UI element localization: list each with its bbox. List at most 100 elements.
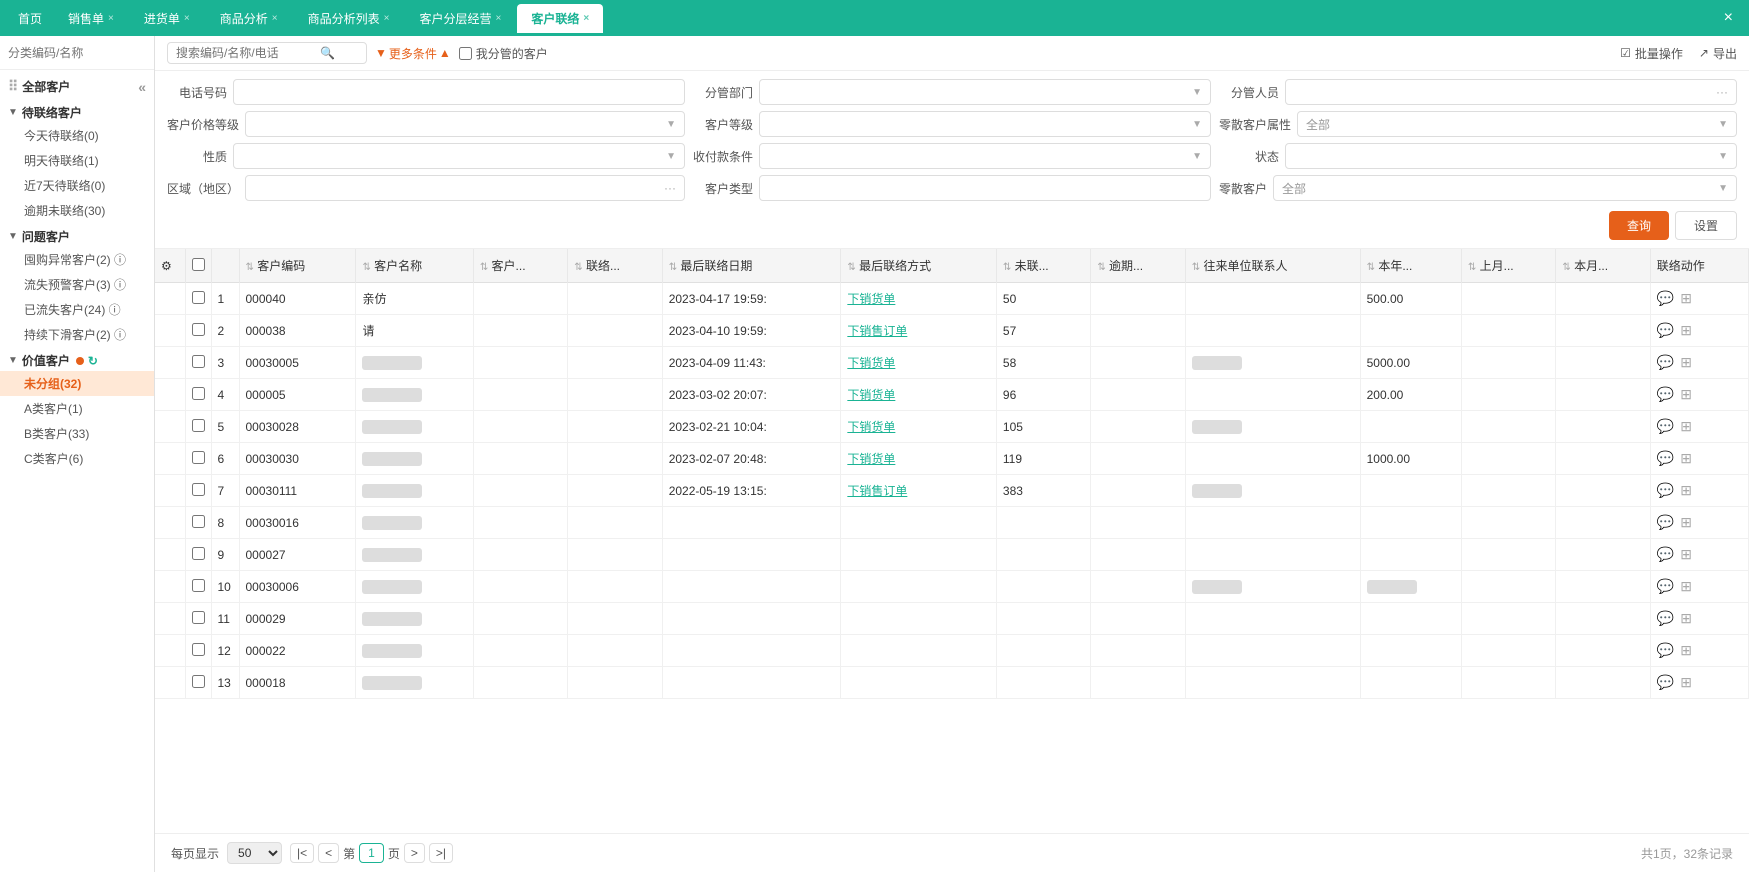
nature-select[interactable]: ▼ (233, 143, 685, 169)
sidebar-group-value[interactable]: ▼ 价值客户 ↻ (0, 347, 154, 371)
grid-icon[interactable]: ⊞ (1680, 578, 1692, 595)
payment-select[interactable]: ▼ (759, 143, 1211, 169)
message-icon[interactable]: 💬 (1657, 578, 1674, 595)
sidebar-item-churn-warning[interactable]: 流失预警客户(3) ⓘ (0, 272, 154, 297)
next-page-btn[interactable]: > (404, 843, 425, 863)
grid-icon[interactable]: ⊞ (1680, 450, 1692, 467)
grid-icon[interactable]: ⊞ (1680, 322, 1692, 339)
contact-way-link[interactable]: 下销售订单 (847, 484, 907, 498)
sidebar-group-pending[interactable]: ▼ 待联络客户 (0, 99, 154, 123)
grid-icon[interactable]: ⊞ (1680, 482, 1692, 499)
message-icon[interactable]: 💬 (1657, 418, 1674, 435)
message-icon[interactable]: 💬 (1657, 386, 1674, 403)
th-this-month[interactable]: ⇅ 本月... (1556, 249, 1650, 283)
query-button[interactable]: 查询 (1609, 211, 1669, 240)
grid-icon[interactable]: ⊞ (1680, 642, 1692, 659)
message-icon[interactable]: 💬 (1657, 322, 1674, 339)
sidebar-item-7days[interactable]: 近7天待联络(0) (0, 173, 154, 198)
contact-way-link[interactable]: 下销货单 (847, 356, 895, 370)
my-customers-checkbox[interactable]: 我分管的客户 (459, 45, 548, 62)
message-icon[interactable]: 💬 (1657, 482, 1674, 499)
th-overdue[interactable]: ⇅ 逾期... (1091, 249, 1185, 283)
row-checkbox[interactable] (192, 419, 205, 432)
region-input[interactable]: ··· (245, 175, 685, 201)
nav-tab-analysis-list[interactable]: 商品分析列表 × (294, 4, 404, 33)
price-level-select[interactable]: ▼ (245, 111, 685, 137)
export-btn[interactable]: ↗ 导出 (1699, 45, 1737, 62)
batch-ops-btn[interactable]: ☑ 批量操作 (1620, 45, 1683, 62)
nav-home[interactable]: 首页 (8, 4, 52, 33)
row-checkbox[interactable] (192, 323, 205, 336)
sidebar-group-problem[interactable]: ▼ 问题客户 (0, 223, 154, 247)
first-page-btn[interactable]: |< (290, 843, 314, 863)
more-conditions-btn[interactable]: ▼ 更多条件 ▲ (375, 45, 451, 62)
grid-icon[interactable]: ⊞ (1680, 418, 1692, 435)
th-type[interactable]: ⇅ 客户... (473, 249, 567, 283)
nav-tab-analysis[interactable]: 商品分析 × (206, 4, 292, 33)
sidebar-item-classA[interactable]: A类客户(1) (0, 396, 154, 421)
row-checkbox[interactable] (192, 643, 205, 656)
grid-icon[interactable]: ⊞ (1680, 290, 1692, 307)
row-checkbox[interactable] (192, 387, 205, 400)
phone-input[interactable] (233, 79, 685, 105)
message-icon[interactable]: 💬 (1657, 514, 1674, 531)
contact-way-link[interactable]: 下销货单 (847, 452, 895, 466)
close-icon[interactable]: × (108, 13, 114, 24)
scatter-select[interactable]: 全部 ▼ (1273, 175, 1737, 201)
sidebar-item-classC[interactable]: C类客户(6) (0, 446, 154, 471)
filter-search-box[interactable]: 🔍 (167, 42, 367, 64)
scatter-attr-select[interactable]: 全部 ▼ (1297, 111, 1737, 137)
th-settings[interactable]: ⚙ (155, 249, 185, 283)
prev-page-btn[interactable]: < (318, 843, 339, 863)
sidebar-item-tomorrow[interactable]: 明天待联络(1) (0, 148, 154, 173)
sidebar-collapse-icon[interactable]: « (138, 79, 146, 95)
nav-tab-sales[interactable]: 销售单 × (54, 4, 128, 33)
row-checkbox[interactable] (192, 579, 205, 592)
row-checkbox[interactable] (192, 515, 205, 528)
th-not-contacted[interactable]: ⇅ 未联... (996, 249, 1090, 283)
message-icon[interactable]: 💬 (1657, 610, 1674, 627)
close-icon[interactable]: × (495, 13, 501, 24)
grid-icon[interactable]: ⊞ (1680, 386, 1692, 403)
sidebar-item-ungrouped[interactable]: 未分组(32) (0, 371, 154, 396)
message-icon[interactable]: 💬 (1657, 450, 1674, 467)
customer-level-select[interactable]: ▼ (759, 111, 1211, 137)
th-this-year[interactable]: ⇅ 本年... (1360, 249, 1461, 283)
current-page[interactable]: 1 (359, 843, 384, 863)
sidebar-item-overdue[interactable]: 逾期未联络(30) (0, 198, 154, 223)
close-icon[interactable]: × (184, 13, 190, 24)
settings-icon[interactable]: ⚙ (161, 259, 172, 273)
sidebar-search-input[interactable] (8, 46, 155, 60)
row-checkbox[interactable] (192, 675, 205, 688)
select-all-checkbox[interactable] (192, 258, 205, 271)
sidebar-item-abnormal[interactable]: 囤购异常客户(2) ⓘ (0, 247, 154, 272)
contact-way-link[interactable]: 下销售订单 (847, 324, 907, 338)
reset-button[interactable]: 设置 (1675, 211, 1737, 240)
sidebar-all-customers[interactable]: ⠿ 全部客户 « (0, 70, 154, 99)
contact-way-link[interactable]: 下销货单 (847, 388, 895, 402)
message-icon[interactable]: 💬 (1657, 642, 1674, 659)
customer-type-input[interactable] (759, 175, 1211, 201)
refresh-icon[interactable]: ↻ (88, 354, 98, 368)
manager-input[interactable]: ··· (1285, 79, 1737, 105)
sidebar-item-today[interactable]: 今天待联络(0) (0, 123, 154, 148)
last-page-btn[interactable]: >| (429, 843, 453, 863)
th-last-contact-way[interactable]: ⇅ 最后联络方式 (841, 249, 997, 283)
grid-icon[interactable]: ⊞ (1680, 674, 1692, 691)
message-icon[interactable]: 💬 (1657, 546, 1674, 563)
close-icon[interactable]: × (272, 13, 278, 24)
window-close-icon[interactable]: × (1716, 5, 1741, 31)
close-icon[interactable]: × (384, 13, 390, 24)
row-checkbox[interactable] (192, 483, 205, 496)
th-code[interactable]: ⇅ 客户编码 (239, 249, 356, 283)
nav-tab-customer-contact[interactable]: 客户联络 × (517, 4, 603, 33)
per-page-select[interactable]: 50 100 (227, 842, 282, 864)
grid-icon[interactable]: ⊞ (1680, 354, 1692, 371)
row-checkbox[interactable] (192, 547, 205, 560)
grid-icon[interactable]: ⊞ (1680, 514, 1692, 531)
grid-icon[interactable]: ⊞ (1680, 610, 1692, 627)
th-last-contact-date[interactable]: ⇅ 最后联络日期 (662, 249, 841, 283)
dept-select[interactable]: ▼ (759, 79, 1211, 105)
th-contact[interactable]: ⇅ 联络... (568, 249, 662, 283)
sidebar-item-classB[interactable]: B类客户(33) (0, 421, 154, 446)
